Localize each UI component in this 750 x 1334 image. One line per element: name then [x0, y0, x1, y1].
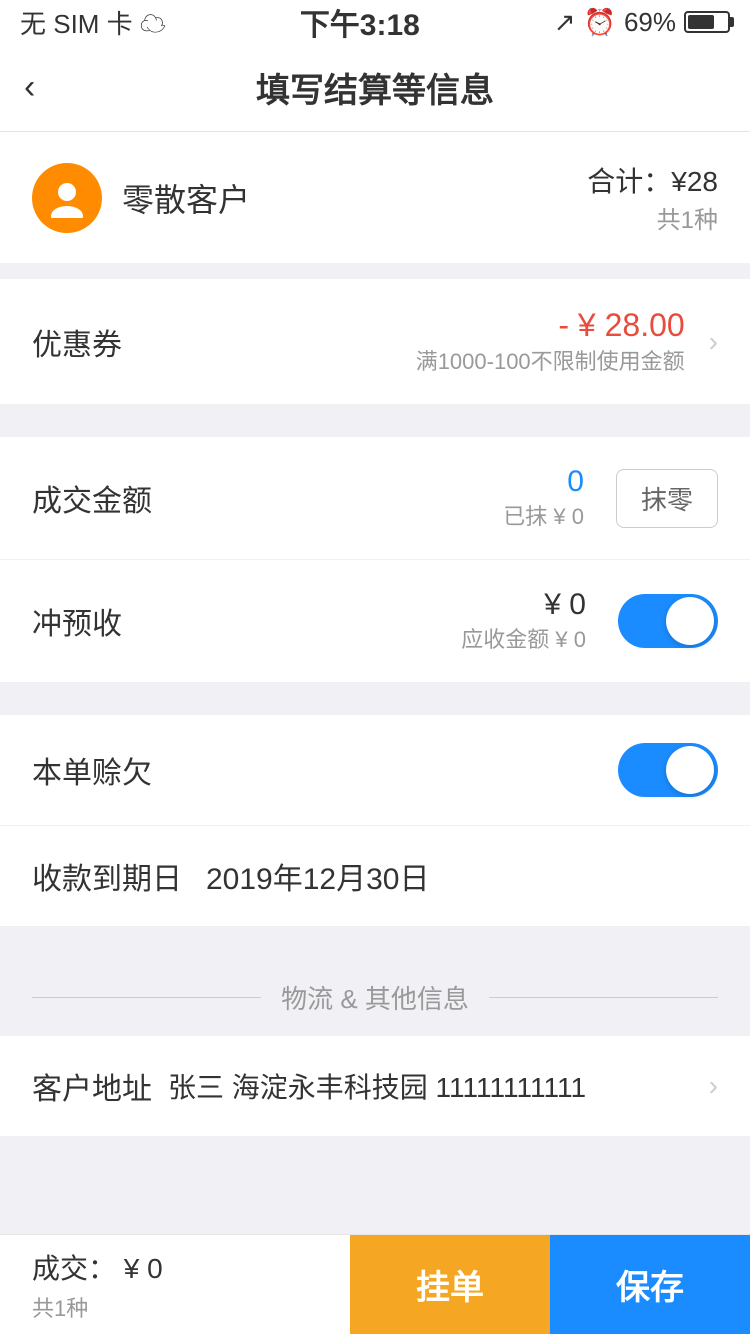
customer-name: 零散客户: [122, 175, 250, 221]
customer-total: 合计：¥28 共1种: [587, 160, 718, 235]
bottom-bar: 成交： ¥ 0 共1种 挂单 保存: [0, 1234, 750, 1334]
due-date-value[interactable]: 2019年12月30日: [206, 854, 429, 898]
customer-info: 零散客户: [32, 163, 250, 233]
address-value: 张三 海淀永丰科技园 11111111111: [168, 1066, 701, 1106]
prepayment-right: ¥ 0 应收金额 ¥ 0: [461, 588, 718, 654]
debit-toggle[interactable]: [618, 743, 718, 797]
deal-amount-right: 0 已抹 ¥ 0 抹零: [503, 465, 718, 531]
prepayment-row: 冲预收 ¥ 0 应收金额 ¥ 0: [0, 560, 750, 683]
section-divider-1: [0, 421, 750, 437]
address-label: 客户地址: [32, 1064, 152, 1108]
content-area: 零散客户 合计：¥28 共1种 优惠券 - ¥ 28.00 满1000-100不…: [0, 132, 750, 1253]
bottom-summary: 成交： ¥ 0 共1种: [0, 1247, 350, 1323]
prepayment-toggle[interactable]: [618, 594, 718, 648]
debit-toggle-knob: [666, 746, 714, 794]
nav-bar: ‹ 填写结算等信息: [0, 44, 750, 132]
address-chevron-icon: ›: [709, 1070, 718, 1102]
customer-row: 零散客户 合计：¥28 共1种: [0, 132, 750, 263]
deal-amount-label: 成交金额: [32, 476, 152, 520]
debit-row: 本单赊欠: [0, 715, 750, 826]
coupon-discount: - ¥ 28.00: [416, 307, 685, 344]
deal-amount-sub: 已抹 ¥ 0: [503, 499, 584, 531]
avatar: [32, 163, 102, 233]
alarm-icon: ⏰: [584, 7, 616, 38]
status-right: ↗ ⏰ 69%: [554, 7, 730, 38]
prepayment-sub: 应收金额 ¥ 0: [461, 622, 586, 654]
coupon-hint: 满1000-100不限制使用金额: [416, 344, 685, 376]
sim-label: 无 SIM 卡 ☁: [20, 4, 166, 41]
coupon-section: 优惠券 - ¥ 28.00 满1000-100不限制使用金额 ›: [0, 279, 750, 405]
battery-label: 69%: [624, 7, 676, 38]
debit-label: 本单赊欠: [32, 748, 152, 792]
battery-icon: [684, 11, 730, 33]
total-count: 共1种: [587, 200, 718, 235]
page-title: 填写结算等信息: [256, 63, 494, 112]
due-date-row: 收款到期日 2019年12月30日: [0, 826, 750, 927]
toggle-knob: [666, 597, 714, 645]
section-divider-2: [0, 699, 750, 715]
prepayment-label: 冲预收: [32, 599, 122, 643]
chevron-right-icon: ›: [709, 326, 718, 358]
prepayment-value: ¥ 0: [461, 588, 586, 622]
coupon-row[interactable]: 优惠券 - ¥ 28.00 满1000-100不限制使用金额 ›: [0, 279, 750, 405]
bottom-deal-amount: 成交： ¥ 0: [32, 1247, 318, 1287]
hold-button[interactable]: 挂单: [350, 1235, 550, 1334]
logistics-header: 物流 & 其他信息: [0, 959, 750, 1036]
address-section: 客户地址 张三 海淀永丰科技园 11111111111 ›: [0, 1036, 750, 1137]
section-divider-3: [0, 943, 750, 959]
round-zero-button[interactable]: 抹零: [616, 469, 718, 528]
location-icon: ↗: [554, 7, 576, 38]
total-amount: 合计：¥28: [587, 160, 718, 200]
bottom-deal-count: 共1种: [32, 1291, 318, 1323]
due-date-label: 收款到期日: [32, 854, 182, 898]
deal-section: 成交金额 0 已抹 ¥ 0 抹零 冲预收 ¥ 0 应收金额 ¥ 0: [0, 437, 750, 683]
save-button[interactable]: 保存: [550, 1235, 750, 1334]
address-row[interactable]: 客户地址 张三 海淀永丰科技园 11111111111 ›: [0, 1036, 750, 1137]
status-time: 下午3:18: [300, 0, 420, 44]
deal-amount-value[interactable]: 0: [503, 465, 584, 499]
back-button[interactable]: ‹: [24, 68, 35, 107]
debit-section: 本单赊欠 收款到期日 2019年12月30日: [0, 715, 750, 927]
header-line-right: [489, 997, 718, 998]
logistics-header-text: 物流 & 其他信息: [281, 979, 469, 1016]
coupon-label: 优惠券: [32, 320, 122, 364]
debit-right: [618, 743, 718, 797]
status-left: 无 SIM 卡 ☁: [20, 4, 166, 41]
status-bar: 无 SIM 卡 ☁ 下午3:18 ↗ ⏰ 69%: [0, 0, 750, 44]
coupon-right: - ¥ 28.00 满1000-100不限制使用金额 ›: [416, 307, 718, 376]
header-line-left: [32, 997, 261, 998]
deal-amount-row: 成交金额 0 已抹 ¥ 0 抹零: [0, 437, 750, 560]
